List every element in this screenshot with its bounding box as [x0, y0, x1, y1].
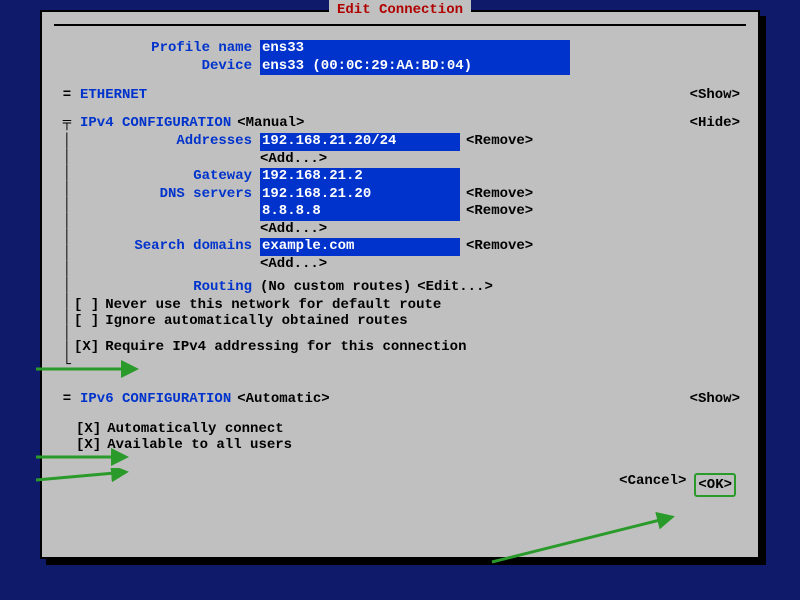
ipv6-mode-select[interactable]: <Automatic>	[237, 391, 329, 407]
dns-remove-button-1[interactable]: <Remove>	[466, 203, 533, 221]
annotation-arrow-icon	[482, 512, 682, 572]
dns-add-button[interactable]: <Add...>	[260, 221, 327, 239]
dns-remove-button-0[interactable]: <Remove>	[466, 186, 533, 204]
all-users-checkbox[interactable]: [X]	[76, 437, 101, 453]
cancel-button[interactable]: <Cancel>	[619, 473, 686, 497]
auto-connect-label: Automatically connect	[107, 421, 283, 437]
gateway-label: Gateway	[74, 168, 260, 186]
ipv4-hide-button[interactable]: <Hide>	[690, 115, 740, 131]
device-label: Device	[60, 58, 260, 76]
ipv6-section-header: IPv6 CONFIGURATION	[80, 391, 231, 407]
gateway-input[interactable]: 192.168.21.2	[260, 168, 460, 186]
dns-input-0[interactable]: 192.168.21.20	[260, 186, 460, 204]
profile-name-input[interactable]: ens33	[260, 40, 570, 58]
routing-label: Routing	[74, 279, 260, 297]
ok-button[interactable]: <OK>	[698, 477, 732, 493]
address-input-0[interactable]: 192.168.21.20/24	[260, 133, 460, 151]
ipv4-tree-spine: ││││││││││││││└	[60, 133, 74, 373]
ipv4-mode-select[interactable]: <Manual>	[237, 115, 304, 131]
never-default-checkbox[interactable]: [ ]	[74, 297, 99, 313]
address-add-button[interactable]: <Add...>	[260, 151, 327, 169]
ethernet-section-icon: =	[60, 87, 74, 103]
addresses-label: Addresses	[74, 133, 260, 151]
ethernet-show-button[interactable]: <Show>	[690, 87, 740, 103]
all-users-label: Available to all users	[107, 437, 292, 453]
ipv6-section-icon: =	[60, 391, 74, 407]
search-domain-add-button[interactable]: <Add...>	[260, 256, 327, 274]
device-input[interactable]: ens33 (00:0C:29:AA:BD:04)	[260, 58, 570, 76]
never-default-label: Never use this network for default route	[105, 297, 441, 313]
dialog-title: Edit Connection	[329, 0, 471, 20]
edit-connection-dialog: Edit Connection Profile name ens33 Devic…	[40, 10, 760, 559]
ignore-auto-routes-checkbox[interactable]: [ ]	[74, 313, 99, 329]
profile-name-label: Profile name	[60, 40, 260, 58]
require-ipv4-checkbox[interactable]: [X]	[74, 339, 99, 355]
ethernet-section-header: ETHERNET	[80, 87, 147, 103]
routing-value: (No custom routes)	[260, 279, 411, 297]
dns-input-1[interactable]: 8.8.8.8	[260, 203, 460, 221]
ignore-auto-routes-label: Ignore automatically obtained routes	[105, 313, 407, 329]
address-remove-button-0[interactable]: <Remove>	[466, 133, 533, 151]
dns-label: DNS servers	[74, 186, 260, 204]
ok-button-highlight: <OK>	[694, 473, 736, 497]
routing-edit-button[interactable]: <Edit...>	[417, 279, 493, 297]
require-ipv4-label: Require IPv4 addressing for this connect…	[105, 339, 466, 355]
ipv4-section-header: IPv4 CONFIGURATION	[80, 115, 231, 131]
search-domain-input-0[interactable]: example.com	[260, 238, 460, 256]
ipv4-section-icon: ╤	[60, 115, 74, 131]
auto-connect-checkbox[interactable]: [X]	[76, 421, 101, 437]
search-domain-remove-button-0[interactable]: <Remove>	[466, 238, 533, 256]
ipv6-show-button[interactable]: <Show>	[690, 391, 740, 407]
search-domains-label: Search domains	[74, 238, 260, 256]
